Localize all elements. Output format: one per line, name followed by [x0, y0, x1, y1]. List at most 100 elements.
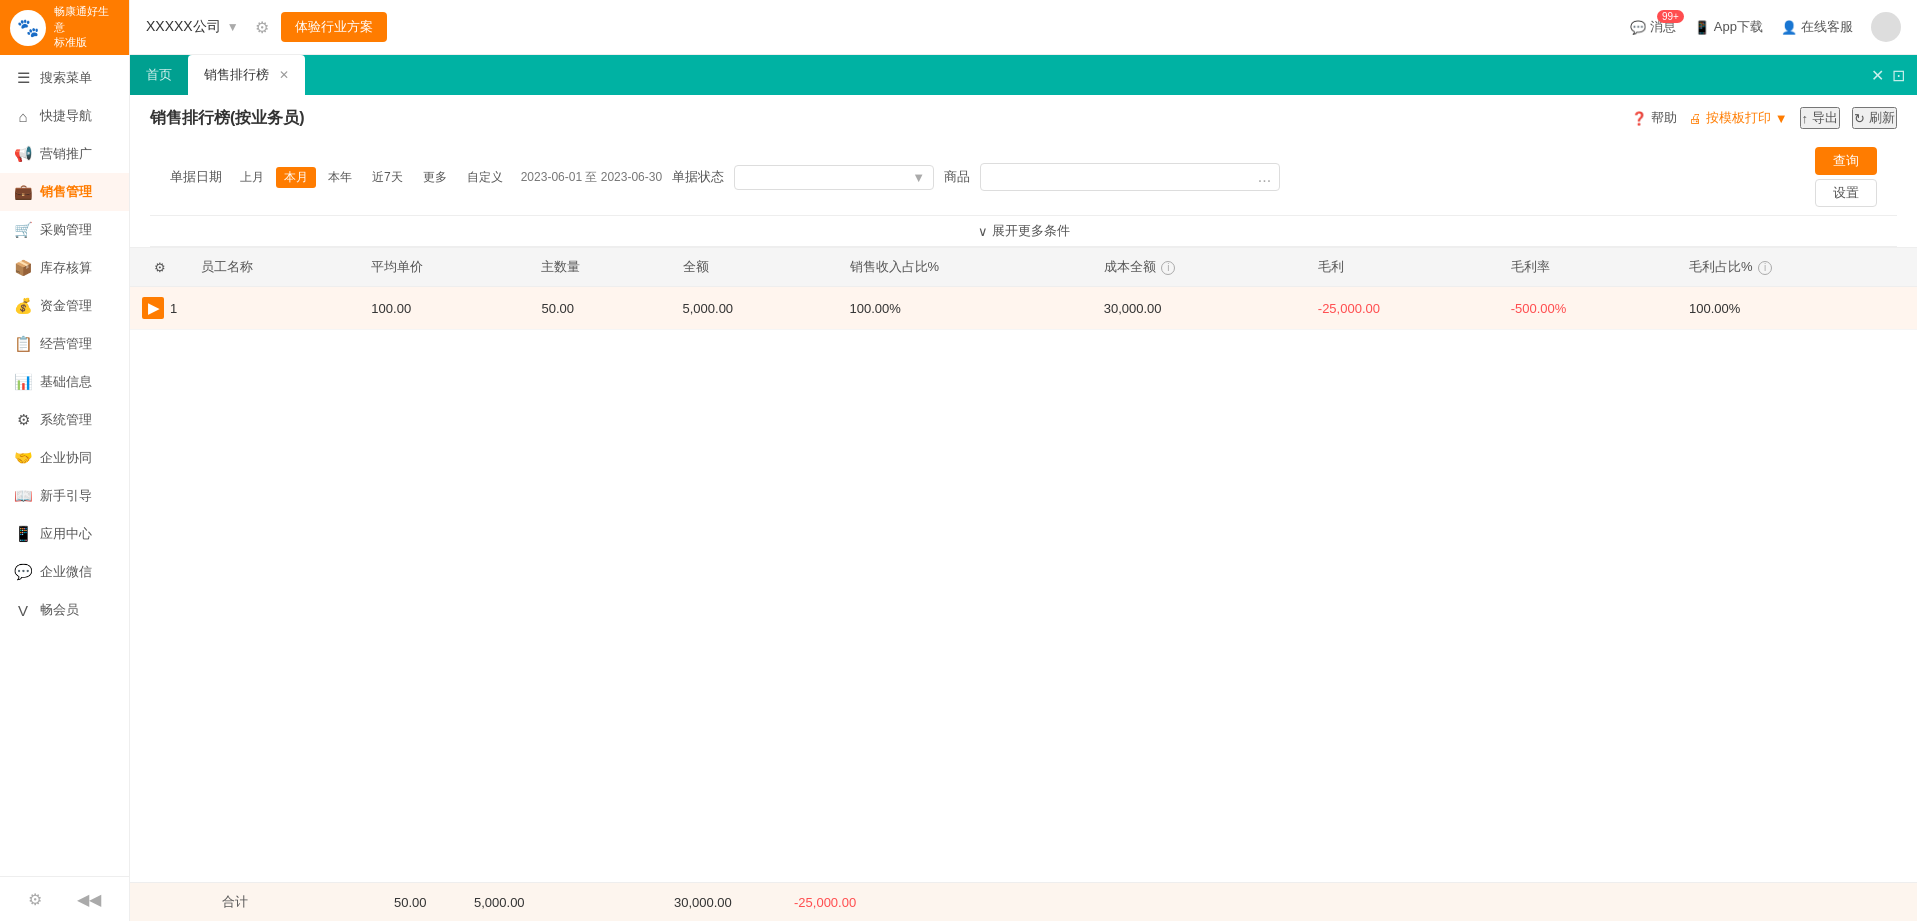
avatar[interactable] — [1871, 12, 1901, 42]
tab-close-icon[interactable]: ✕ — [279, 68, 289, 82]
status-select[interactable]: ▼ — [734, 165, 934, 190]
sidebar-item-marketing[interactable]: 📢 营销推广 — [0, 135, 129, 173]
th-avg-price: 平均单价 — [359, 248, 529, 287]
th-settings[interactable]: ⚙ — [130, 248, 189, 287]
refresh-button[interactable]: ↻ 刷新 — [1852, 107, 1897, 129]
td-gross: -25,000.00 — [1306, 287, 1499, 330]
guide-icon: 📖 — [14, 487, 32, 505]
sidebar-item-finance[interactable]: 💰 资金管理 — [0, 287, 129, 325]
sidebar-item-basic[interactable]: 📊 基础信息 — [0, 363, 129, 401]
window-buttons: ✕ ⊡ — [1871, 66, 1917, 85]
export-icon: ↑ — [1802, 111, 1809, 126]
sidebar-item-member[interactable]: V 畅会员 — [0, 591, 129, 629]
maximize-window-icon[interactable]: ⊡ — [1892, 66, 1905, 85]
home-icon: ⌂ — [14, 108, 32, 125]
td-gross-pct: 100.00% — [1677, 287, 1917, 330]
page-title: 销售排行榜(按业务员) — [150, 108, 305, 129]
tab-sales-rank[interactable]: 销售排行榜 ✕ — [188, 55, 305, 95]
date-tab-more[interactable]: 更多 — [415, 167, 455, 188]
sidebar-settings-btn[interactable]: ⚙ — [28, 890, 42, 909]
date-tab-custom[interactable]: 自定义 — [459, 167, 511, 188]
service-icon: 👤 — [1781, 20, 1797, 35]
footer-cost: 30,000.00 — [662, 895, 782, 910]
message-badge: 99+ — [1657, 10, 1684, 23]
expand-more-button[interactable]: ∨ 展开更多条件 — [978, 222, 1070, 240]
cost-info-icon[interactable]: i — [1161, 261, 1175, 275]
th-name: 员工名称 — [189, 248, 359, 287]
status-chevron-icon: ▼ — [912, 170, 925, 185]
td-cost: 30,000.00 — [1092, 287, 1306, 330]
page-header: 销售排行榜(按业务员) ❓ 帮助 🖨 按模板打印 ▼ ↑ 导出 — [130, 95, 1917, 248]
sidebar-item-wechat[interactable]: 💬 企业微信 — [0, 553, 129, 591]
sidebar-item-nav[interactable]: ⌂ 快捷导航 — [0, 97, 129, 135]
close-window-icon[interactable]: ✕ — [1871, 66, 1884, 85]
help-icon: ❓ — [1631, 111, 1647, 126]
search-icon: ☰ — [14, 69, 32, 87]
sidebar-item-inventory[interactable]: 📦 库存核算 — [0, 249, 129, 287]
app-icon: 📱 — [1694, 20, 1710, 35]
settings-icon[interactable]: ⚙ — [255, 18, 269, 37]
online-service-button[interactable]: 👤 在线客服 — [1781, 18, 1853, 36]
trial-button[interactable]: 体验行业方案 — [281, 12, 387, 42]
sidebar-item-search[interactable]: ☰ 搜索菜单 — [0, 59, 129, 97]
print-icon: 🖨 — [1689, 111, 1702, 126]
sidebar-item-system[interactable]: ⚙ 系统管理 — [0, 401, 129, 439]
filter-bar: 单据日期 上月 本月 本年 近7天 更多 自定义 2023-06-01 至 20… — [150, 139, 1897, 216]
help-button[interactable]: ❓ 帮助 — [1631, 109, 1677, 127]
th-amount: 全额 — [671, 248, 838, 287]
chevron-down-icon: ∨ — [978, 224, 988, 239]
marketing-icon: 📢 — [14, 145, 32, 163]
date-tab-7days[interactable]: 近7天 — [364, 167, 411, 188]
expand-filter-row: ∨ 展开更多条件 — [150, 216, 1897, 247]
content: 销售排行榜(按业务员) ❓ 帮助 🖨 按模板打印 ▼ ↑ 导出 — [130, 95, 1917, 921]
app-download-button[interactable]: 📱 App下载 — [1694, 18, 1763, 36]
table-footer: 合计 50.00 5,000.00 30,000.00 -25,000.00 — [130, 882, 1917, 921]
topbar-right: 💬 消息 99+ 📱 App下载 👤 在线客服 — [1630, 12, 1901, 42]
td-amount: 5,000.00 — [671, 287, 838, 330]
refresh-icon: ↻ — [1854, 111, 1865, 126]
table-header-row: ⚙ 员工名称 平均单价 主数量 全额 — [130, 248, 1917, 287]
sidebar-item-operation[interactable]: 📋 经营管理 — [0, 325, 129, 363]
logo: 🐾 畅康通好生意 标准版 — [0, 0, 129, 55]
row-expand-icon[interactable]: ▶ — [142, 297, 164, 319]
sidebar-item-guide[interactable]: 📖 新手引导 — [0, 477, 129, 515]
sidebar-item-collab[interactable]: 🤝 企业协同 — [0, 439, 129, 477]
footer-qty: 50.00 — [382, 895, 462, 910]
th-qty: 主数量 — [529, 248, 670, 287]
operation-icon: 📋 — [14, 335, 32, 353]
date-tab-this-month[interactable]: 本月 — [276, 167, 316, 188]
th-gross: 毛利 — [1306, 248, 1499, 287]
table-row: ▶ 1 100.00 50.00 — [130, 287, 1917, 330]
company-select[interactable]: XXXXX公司 ▼ — [146, 18, 239, 36]
logo-icon: 🐾 — [10, 10, 46, 46]
goods-dots-icon[interactable]: ... — [1258, 168, 1271, 186]
tab-home[interactable]: 首页 — [130, 55, 188, 95]
th-sales-pct: 销售收入占比% — [838, 248, 1092, 287]
gear-icon: ⚙ — [154, 260, 166, 275]
chevron-down-icon: ▼ — [227, 20, 239, 34]
footer-label-text: 合计 — [222, 893, 302, 911]
tabbar: 首页 销售排行榜 ✕ ✕ ⊡ — [130, 55, 1917, 95]
query-button[interactable]: 查询 — [1815, 147, 1877, 175]
th-cost: 成本全额 i — [1092, 248, 1306, 287]
data-table: ⚙ 员工名称 平均单价 主数量 全额 — [130, 248, 1917, 330]
td-name — [189, 287, 359, 330]
td-qty: 50.00 — [529, 287, 670, 330]
sidebar-collapse-btn[interactable]: ◀◀ — [77, 890, 101, 909]
td-gross-rate: -500.00% — [1499, 287, 1677, 330]
sidebar-nav: ☰ 搜索菜单 ⌂ 快捷导航 📢 营销推广 💼 销售管理 🛒 采购管理 📦 库存核… — [0, 55, 129, 876]
sidebar-item-apps[interactable]: 📱 应用中心 — [0, 515, 129, 553]
date-tab-this-year[interactable]: 本年 — [320, 167, 360, 188]
sidebar: 🐾 畅康通好生意 标准版 ☰ 搜索菜单 ⌂ 快捷导航 📢 营销推广 💼 销售管理… — [0, 0, 130, 921]
footer-amount: 5,000.00 — [462, 895, 582, 910]
print-button[interactable]: 🖨 按模板打印 ▼ — [1689, 109, 1788, 127]
export-button[interactable]: ↑ 导出 — [1800, 107, 1841, 129]
sidebar-item-purchase[interactable]: 🛒 采购管理 — [0, 211, 129, 249]
message-button[interactable]: 💬 消息 99+ — [1630, 18, 1676, 36]
filter-settings-button[interactable]: 设置 — [1815, 179, 1877, 207]
sidebar-item-sales[interactable]: 💼 销售管理 — [0, 173, 129, 211]
goods-select[interactable]: ... — [980, 163, 1280, 191]
gross-pct-info-icon[interactable]: i — [1758, 261, 1772, 275]
wechat-icon: 💬 — [14, 563, 32, 581]
date-tab-prev-month[interactable]: 上月 — [232, 167, 272, 188]
